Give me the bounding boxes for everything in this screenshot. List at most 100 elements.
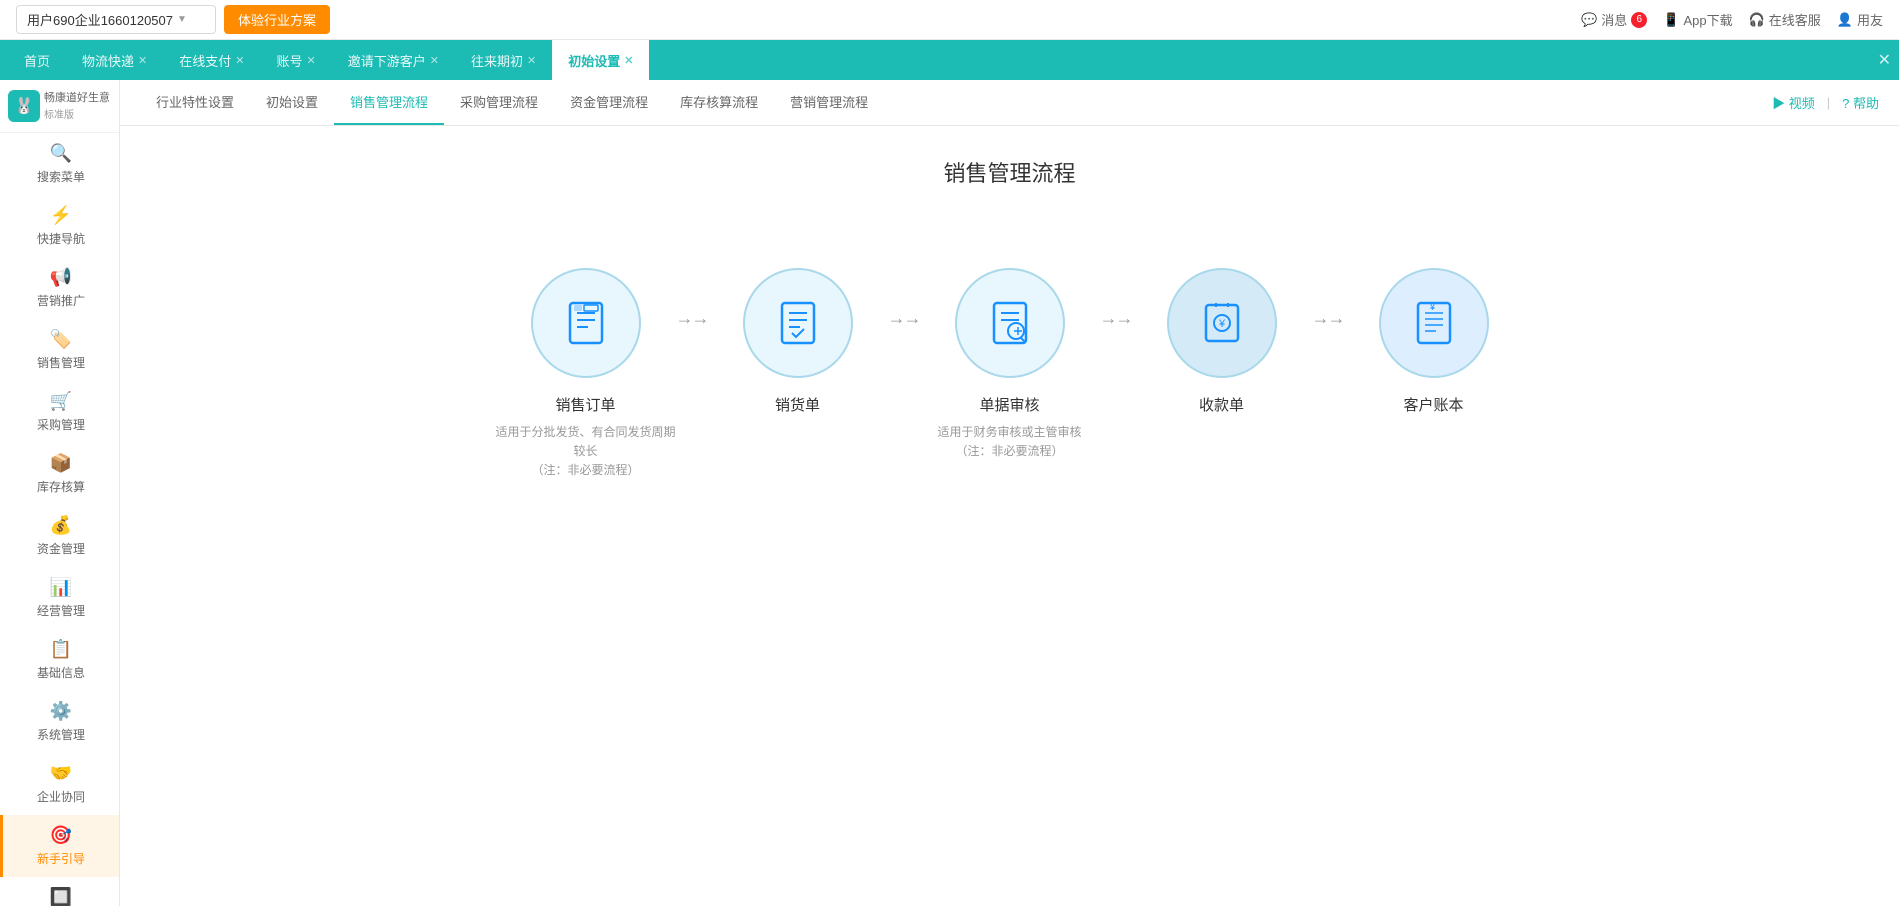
tab-payment-close[interactable]: ✕: [235, 54, 244, 67]
flow-circle-receipt[interactable]: ¥: [1167, 268, 1277, 378]
tab-account[interactable]: 账号 ✕: [260, 40, 331, 80]
newbie-icon: 🎯: [50, 825, 72, 846]
sidebar-item-inventory[interactable]: 📦 库存核算: [0, 443, 119, 505]
flow-step-order: 销售订单 适用于分批发货、有合同发货周期较长（注：非必要流程）: [496, 268, 676, 481]
user-label: 用户690企业1660120507: [27, 10, 173, 29]
marketing-icon: 📢: [50, 267, 72, 288]
operations-icon: 📊: [50, 577, 72, 598]
sidebar-item-appcenter[interactable]: 🔲 应用中心: [0, 877, 119, 906]
sidebar-search-label: 搜索菜单: [37, 168, 85, 185]
message-badge: 6: [1631, 12, 1647, 28]
nav-close-all-btn[interactable]: ✕: [1878, 50, 1891, 70]
flow-step-ledger: ¥ 客户账本: [1344, 268, 1524, 423]
tab-initial-close[interactable]: ✕: [624, 54, 633, 67]
sidebar-item-sales[interactable]: 🏷️ 销售管理: [0, 319, 119, 381]
tab-invite[interactable]: 邀请下游客户 ✕: [332, 40, 455, 80]
tab-invite-close[interactable]: ✕: [430, 54, 439, 67]
sidebar-item-search[interactable]: 🔍 搜索菜单: [0, 133, 119, 195]
logo-text-block: 畅康道好生意 标准版: [44, 91, 110, 120]
flow-arrow-3: →→: [1100, 268, 1132, 329]
sidebar-item-cooperation[interactable]: 🤝 企业协同: [0, 753, 119, 815]
flow-arrow-4: →→: [1312, 268, 1344, 329]
sidebar-marketing-label: 营销推广: [37, 292, 85, 309]
sidebar-item-operations[interactable]: 📊 经营管理: [0, 567, 119, 629]
sidebar-basicinfo-label: 基础信息: [37, 664, 85, 681]
app-download-btn[interactable]: 📱 App下载: [1663, 10, 1732, 29]
sidebar-inventory-label: 库存核算: [37, 478, 85, 495]
tab-period[interactable]: 往来期初 ✕: [455, 40, 552, 80]
sidebar-item-purchase[interactable]: 🛒 采购管理: [0, 381, 119, 443]
user-avatar-btn[interactable]: 👤 用友: [1837, 10, 1883, 29]
svg-text:¥: ¥: [1429, 302, 1436, 312]
sub-tabs: 行业特性设置 初始设置 销售管理流程 采购管理流程 资金管理流程 库存核算流程: [120, 80, 1899, 126]
app-download-label: App下载: [1683, 10, 1732, 29]
tab-home[interactable]: 首页: [8, 40, 66, 80]
sales-icon: 🏷️: [50, 329, 72, 350]
flow-circle-audit[interactable]: [955, 268, 1065, 378]
sidebar-item-sysmanage[interactable]: ⚙️ 系统管理: [0, 691, 119, 753]
sidebar-item-finance[interactable]: 💰 资金管理: [0, 505, 119, 567]
download-icon: 📱: [1663, 12, 1679, 28]
content-area: 行业特性设置 初始设置 销售管理流程 采购管理流程 资金管理流程 库存核算流程: [120, 80, 1899, 906]
play-icon: ▶: [1772, 96, 1785, 111]
flow-circle-order[interactable]: [531, 268, 641, 378]
sidebar-operations-label: 经营管理: [37, 602, 85, 619]
sub-tab-sales-flow[interactable]: 销售管理流程: [334, 80, 444, 125]
tab-initial-setup[interactable]: 初始设置 ✕: [552, 40, 649, 80]
flow-label-audit: 单据审核: [979, 394, 1039, 415]
flow-label-invoice: 销货单: [775, 394, 820, 415]
tab-period-close[interactable]: ✕: [527, 54, 536, 67]
top-bar-right: 💬 消息 6 📱 App下载 🎧 在线客服 👤 用友: [1581, 10, 1883, 29]
sidebar-item-quicknav[interactable]: ⚡ 快捷导航: [0, 195, 119, 257]
sub-tab-finance-flow[interactable]: 资金管理流程: [554, 80, 664, 125]
receipt-icon: ¥: [1196, 297, 1248, 349]
sidebar-purchase-label: 采购管理: [37, 416, 85, 433]
tab-logistics[interactable]: 物流快递 ✕: [66, 40, 163, 80]
invoice-icon: [772, 297, 824, 349]
message-label: 消息: [1601, 10, 1627, 29]
flow-circle-invoice[interactable]: [743, 268, 853, 378]
flow-desc-audit: 适用于财务审核或主管审核（注：非必要流程）: [937, 423, 1081, 461]
sub-tab-marketing-flow[interactable]: 营销管理流程: [774, 80, 884, 125]
flow-desc-order: 适用于分批发货、有合同发货周期较长（注：非必要流程）: [496, 423, 676, 481]
flow-label-receipt: 收款单: [1199, 394, 1244, 415]
audit-icon: [984, 297, 1036, 349]
sub-tab-initial[interactable]: 初始设置: [250, 80, 334, 125]
top-bar-left: 用户690企业1660120507 ▼ 体验行业方案: [16, 5, 330, 34]
flow-circle-ledger[interactable]: ¥: [1379, 268, 1489, 378]
flow-label-order: 销售订单: [555, 394, 615, 415]
user-select[interactable]: 用户690企业1660120507 ▼: [16, 5, 216, 34]
flow-step-audit: 单据审核 适用于财务审核或主管审核（注：非必要流程）: [920, 268, 1100, 461]
purchase-icon: 🛒: [50, 391, 72, 412]
sidebar-newbie-label: 新手引导: [37, 850, 85, 867]
sidebar-finance-label: 资金管理: [37, 540, 85, 557]
tab-payment-label: 在线支付: [179, 51, 231, 70]
sub-tab-inventory-flow[interactable]: 库存核算流程: [664, 80, 774, 125]
experience-btn[interactable]: 体验行业方案: [224, 5, 330, 34]
video-btn[interactable]: ▶ 视频: [1772, 93, 1815, 112]
help-icon: ?: [1842, 96, 1849, 111]
message-btn[interactable]: 💬 消息 6: [1581, 10, 1647, 29]
appcenter-icon: 🔲: [50, 887, 72, 906]
flow-step-invoice: 销货单: [708, 268, 888, 423]
online-service-btn[interactable]: 🎧 在线客服: [1749, 10, 1821, 29]
help-btn[interactable]: ? 帮助: [1842, 93, 1879, 112]
tab-period-label: 往来期初: [471, 51, 523, 70]
search-icon: 🔍: [50, 143, 72, 164]
tab-invite-label: 邀请下游客户: [348, 51, 426, 70]
tab-account-close[interactable]: ✕: [307, 54, 316, 67]
online-service-label: 在线客服: [1769, 10, 1821, 29]
tab-logistics-close[interactable]: ✕: [138, 54, 147, 67]
sidebar-item-basicinfo[interactable]: 📋 基础信息: [0, 629, 119, 691]
sidebar-item-marketing[interactable]: 📢 营销推广: [0, 257, 119, 319]
tab-account-label: 账号: [276, 51, 302, 70]
sub-tab-industry[interactable]: 行业特性设置: [140, 80, 250, 125]
tab-payment[interactable]: 在线支付 ✕: [163, 40, 260, 80]
flow-step-receipt: ¥ 收款单: [1132, 268, 1312, 423]
finance-icon: 💰: [50, 515, 72, 536]
quicknav-icon: ⚡: [50, 205, 72, 226]
sub-tab-purchase-flow[interactable]: 采购管理流程: [444, 80, 554, 125]
sidebar-item-newbie[interactable]: 🎯 新手引导: [0, 815, 119, 877]
sub-tabs-right: ▶ 视频 | ? 帮助: [1772, 93, 1879, 112]
svg-text:¥: ¥: [1218, 318, 1226, 330]
